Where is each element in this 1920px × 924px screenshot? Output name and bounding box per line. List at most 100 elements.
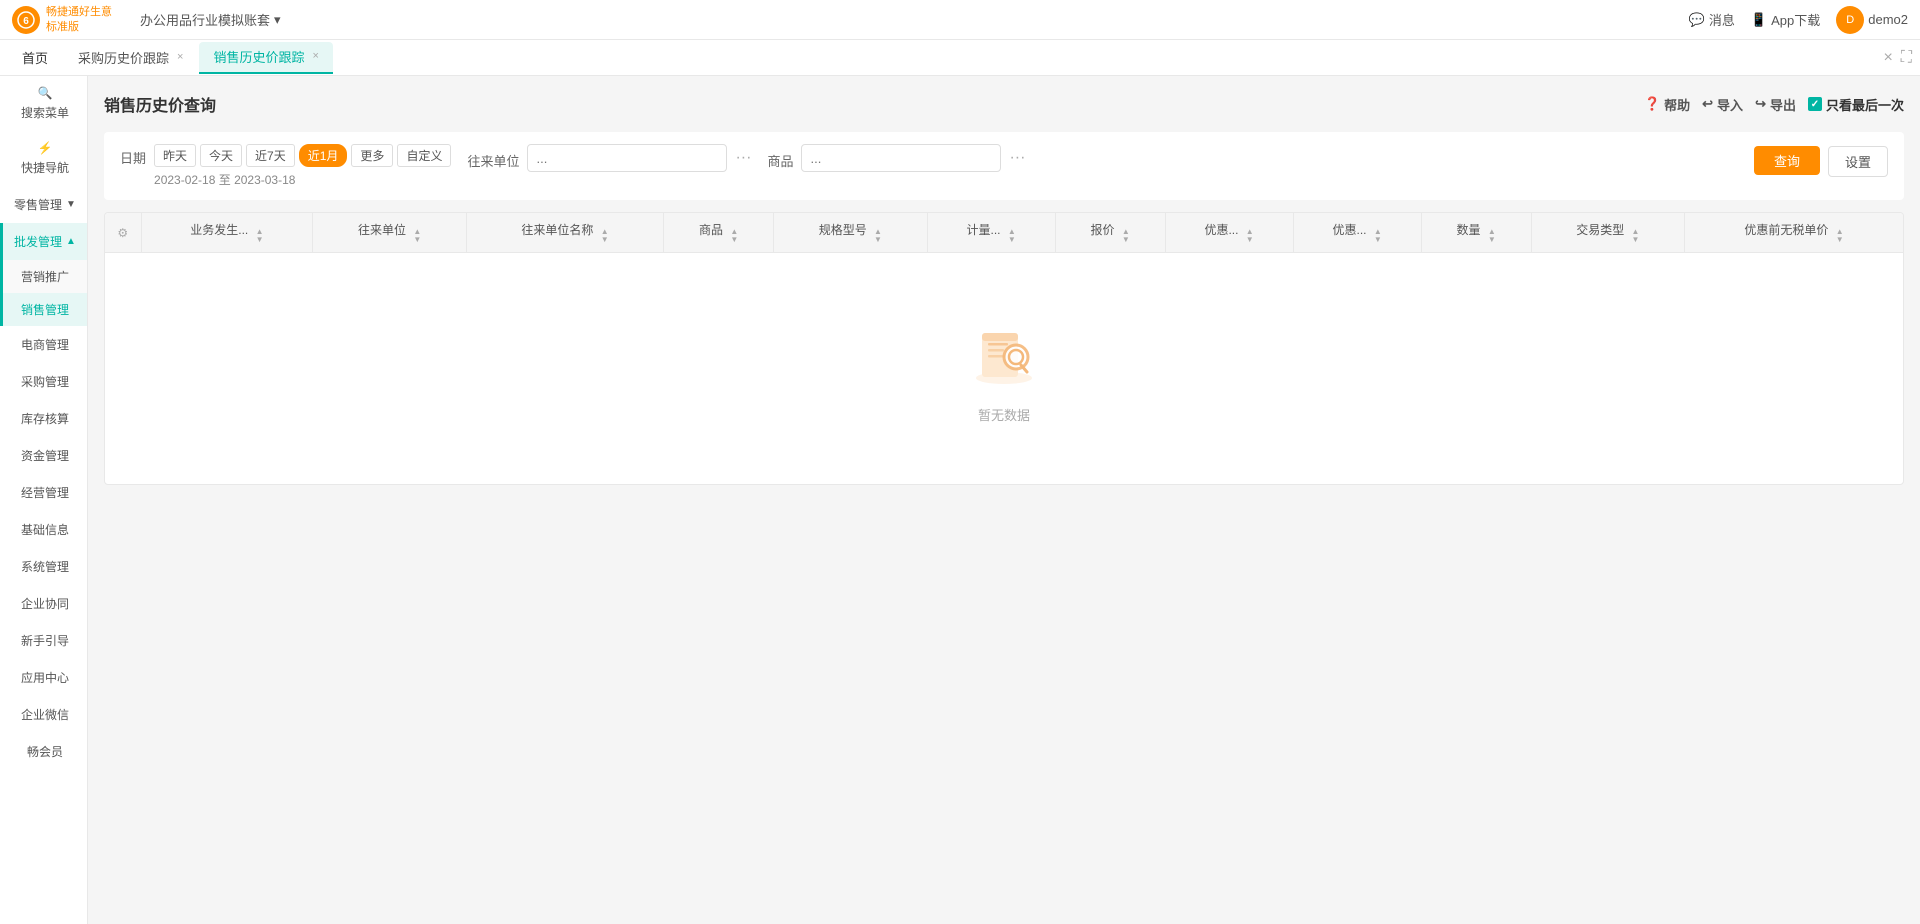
filter-bar: 日期 昨天 今天 近7天 近1月 更多 自定义 2023-02-18 至 202… (104, 132, 1904, 200)
table-col-quote[interactable]: 报价 ▲▼ (1055, 213, 1165, 253)
empty-state: 暂无数据 (105, 253, 1903, 484)
content-area: 销售历史价查询 ❓ 帮助 ↩ 导入 ↪ 导出 ✓ 只看最后一次 (88, 76, 1920, 924)
help-btn[interactable]: ❓ 帮助 (1644, 95, 1690, 114)
partner-input[interactable] (527, 144, 727, 172)
user-btn[interactable]: D demo2 (1836, 6, 1908, 34)
import-btn[interactable]: ↩ 导入 (1702, 95, 1743, 114)
import-label: 导入 (1717, 95, 1743, 114)
date-filter-label: 日期 (120, 144, 146, 167)
search-icon: 🔍 (38, 86, 53, 100)
logo-text: 畅捷通好生意 标准版 (46, 5, 112, 34)
settings-button[interactable]: 设置 (1828, 146, 1888, 177)
sidebar-item-search[interactable]: 🔍 搜索菜单 (0, 76, 87, 131)
app-selector[interactable]: 办公用品行业模拟账套 ▾ (140, 10, 281, 29)
svg-text:6: 6 (23, 16, 29, 27)
sidebar-app-center-label: 应用中心 (21, 669, 69, 686)
app-download-label: App下载 (1771, 10, 1820, 29)
sort-arrows-product: ▲▼ (730, 228, 738, 244)
gear-icon[interactable]: ⚙ (117, 226, 128, 240)
table-container: ⚙ 业务发生... ▲▼ 往来单位 ▲▼ 往来单位名称 ▲▼ (104, 212, 1904, 485)
sort-arrows-discount1: ▲▼ (1246, 228, 1254, 244)
help-label: 帮助 (1664, 95, 1690, 114)
sidebar-item-enterprise-wechat[interactable]: 企业微信 (0, 696, 87, 733)
app-download-btn[interactable]: 📱 App下载 (1751, 10, 1820, 29)
tab-bar-actions: × ⛶ (1883, 49, 1912, 67)
chevron-up-icon: ▲ (66, 236, 76, 247)
tab-sales-history[interactable]: 销售历史价跟踪 × (199, 42, 332, 74)
date-btn-7days[interactable]: 近7天 (246, 144, 295, 167)
table-col-partner-code-label: 往来单位 (358, 223, 406, 237)
chevron-down-icon: ▾ (274, 12, 281, 28)
table-col-unit[interactable]: 计量... ▲▼ (927, 213, 1055, 253)
sidebar-item-marketing[interactable]: 营销推广 (3, 260, 87, 293)
query-button[interactable]: 查询 (1754, 146, 1820, 175)
sidebar-item-wholesale[interactable]: 批发管理 ▲ (0, 223, 87, 260)
table-col-product[interactable]: 商品 ▲▼ (664, 213, 774, 253)
tab-home[interactable]: 首页 (8, 42, 62, 74)
date-btn-yesterday[interactable]: 昨天 (154, 144, 196, 167)
export-btn[interactable]: ↪ 导出 (1755, 95, 1796, 114)
sidebar-item-enterprise-collab[interactable]: 企业协同 (0, 585, 87, 622)
sidebar-item-basic[interactable]: 基础信息 (0, 511, 87, 548)
chevron-down-icon: ▼ (66, 199, 76, 210)
message-label: 消息 (1709, 10, 1735, 29)
tab-purchase-history[interactable]: 采购历史价跟踪 × (64, 42, 197, 74)
sidebar-purchase-label: 采购管理 (21, 373, 69, 390)
table-col-partner-code[interactable]: 往来单位 ▲▼ (313, 213, 467, 253)
table-col-discount2[interactable]: 优惠... ▲▼ (1293, 213, 1421, 253)
table-col-discount1-label: 优惠... (1204, 223, 1238, 237)
partner-filter-label: 往来单位 (467, 147, 519, 170)
table-col-quantity[interactable]: 数量 ▲▼ (1421, 213, 1531, 253)
tab-sales-close-icon[interactable]: × (312, 51, 318, 62)
sidebar-member-label: 畅会员 (27, 743, 63, 760)
date-btn-today[interactable]: 今天 (200, 144, 242, 167)
sidebar-item-operations[interactable]: 经营管理 (0, 474, 87, 511)
table-col-spec[interactable]: 规格型号 ▲▼ (774, 213, 928, 253)
top-bar: 6 畅捷通好生意 标准版 办公用品行业模拟账套 ▾ 💬 消息 📱 App下载 D… (0, 0, 1920, 40)
sidebar-item-finance[interactable]: 资金管理 (0, 437, 87, 474)
sidebar-wholesale-label: 批发管理 (14, 233, 62, 250)
only-last-checkbox[interactable]: ✓ 只看最后一次 (1808, 95, 1904, 114)
sidebar-item-ecommerce[interactable]: 电商管理 (0, 326, 87, 363)
partner-filter-group: 往来单位 ··· (467, 144, 751, 172)
quick-nav-icon: ⚡ (38, 141, 53, 155)
table-col-quantity-label: 数量 (1456, 223, 1480, 237)
sidebar-item-sales[interactable]: 销售管理 (3, 293, 87, 326)
sidebar-item-inventory[interactable]: 库存核算 (0, 400, 87, 437)
close-window-icon[interactable]: × (1883, 49, 1892, 67)
tab-purchase-history-label: 采购历史价跟踪 (78, 48, 169, 67)
date-btn-1month[interactable]: 近1月 (299, 144, 348, 167)
partner-dots-btn[interactable]: ··· (735, 149, 751, 167)
date-btn-more[interactable]: 更多 (351, 144, 393, 167)
table-col-discount1[interactable]: 优惠... ▲▼ (1165, 213, 1293, 253)
sidebar-item-member[interactable]: 畅会员 (0, 733, 87, 770)
tab-sales-history-label: 销售历史价跟踪 (213, 47, 304, 66)
app-selector-label: 办公用品行业模拟账套 (140, 10, 270, 29)
sidebar-enterprise-collab-label: 企业协同 (21, 595, 69, 612)
table-col-settings[interactable]: ⚙ (105, 213, 141, 253)
sidebar-item-system[interactable]: 系统管理 (0, 548, 87, 585)
empty-illustration (964, 313, 1044, 393)
sidebar-marketing-label: 营销推广 (21, 268, 69, 285)
sidebar-item-new-guide[interactable]: 新手引导 (0, 622, 87, 659)
logo-icon: 6 (12, 6, 40, 34)
product-dots-btn[interactable]: ··· (1009, 149, 1025, 167)
tab-purchase-close-icon[interactable]: × (177, 52, 183, 63)
table-col-biz-date[interactable]: 业务发生... ▲▼ (141, 213, 313, 253)
empty-text: 暂无数据 (978, 405, 1030, 424)
message-btn[interactable]: 💬 消息 (1689, 10, 1735, 29)
date-btn-group: 昨天 今天 近7天 近1月 更多 自定义 (154, 144, 451, 167)
table-col-no-tax-price[interactable]: 优惠前无税单价 ▲▼ (1685, 213, 1903, 253)
sidebar-item-retail[interactable]: 零售管理 ▼ (0, 186, 87, 223)
table-col-trade-type[interactable]: 交易类型 ▲▼ (1531, 213, 1685, 253)
sidebar-item-quick-nav[interactable]: ⚡ 快捷导航 (0, 131, 87, 186)
sidebar-basic-label: 基础信息 (21, 521, 69, 538)
table-col-partner-name[interactable]: 往来单位名称 ▲▼ (466, 213, 663, 253)
fullscreen-icon[interactable]: ⛶ (1901, 49, 1912, 67)
sidebar-item-purchase[interactable]: 采购管理 (0, 363, 87, 400)
sidebar-item-app-center[interactable]: 应用中心 (0, 659, 87, 696)
product-input[interactable] (801, 144, 1001, 172)
date-btn-custom[interactable]: 自定义 (397, 144, 451, 167)
table-col-discount2-label: 优惠... (1333, 223, 1367, 237)
sidebar-retail-label: 零售管理 (14, 196, 62, 213)
